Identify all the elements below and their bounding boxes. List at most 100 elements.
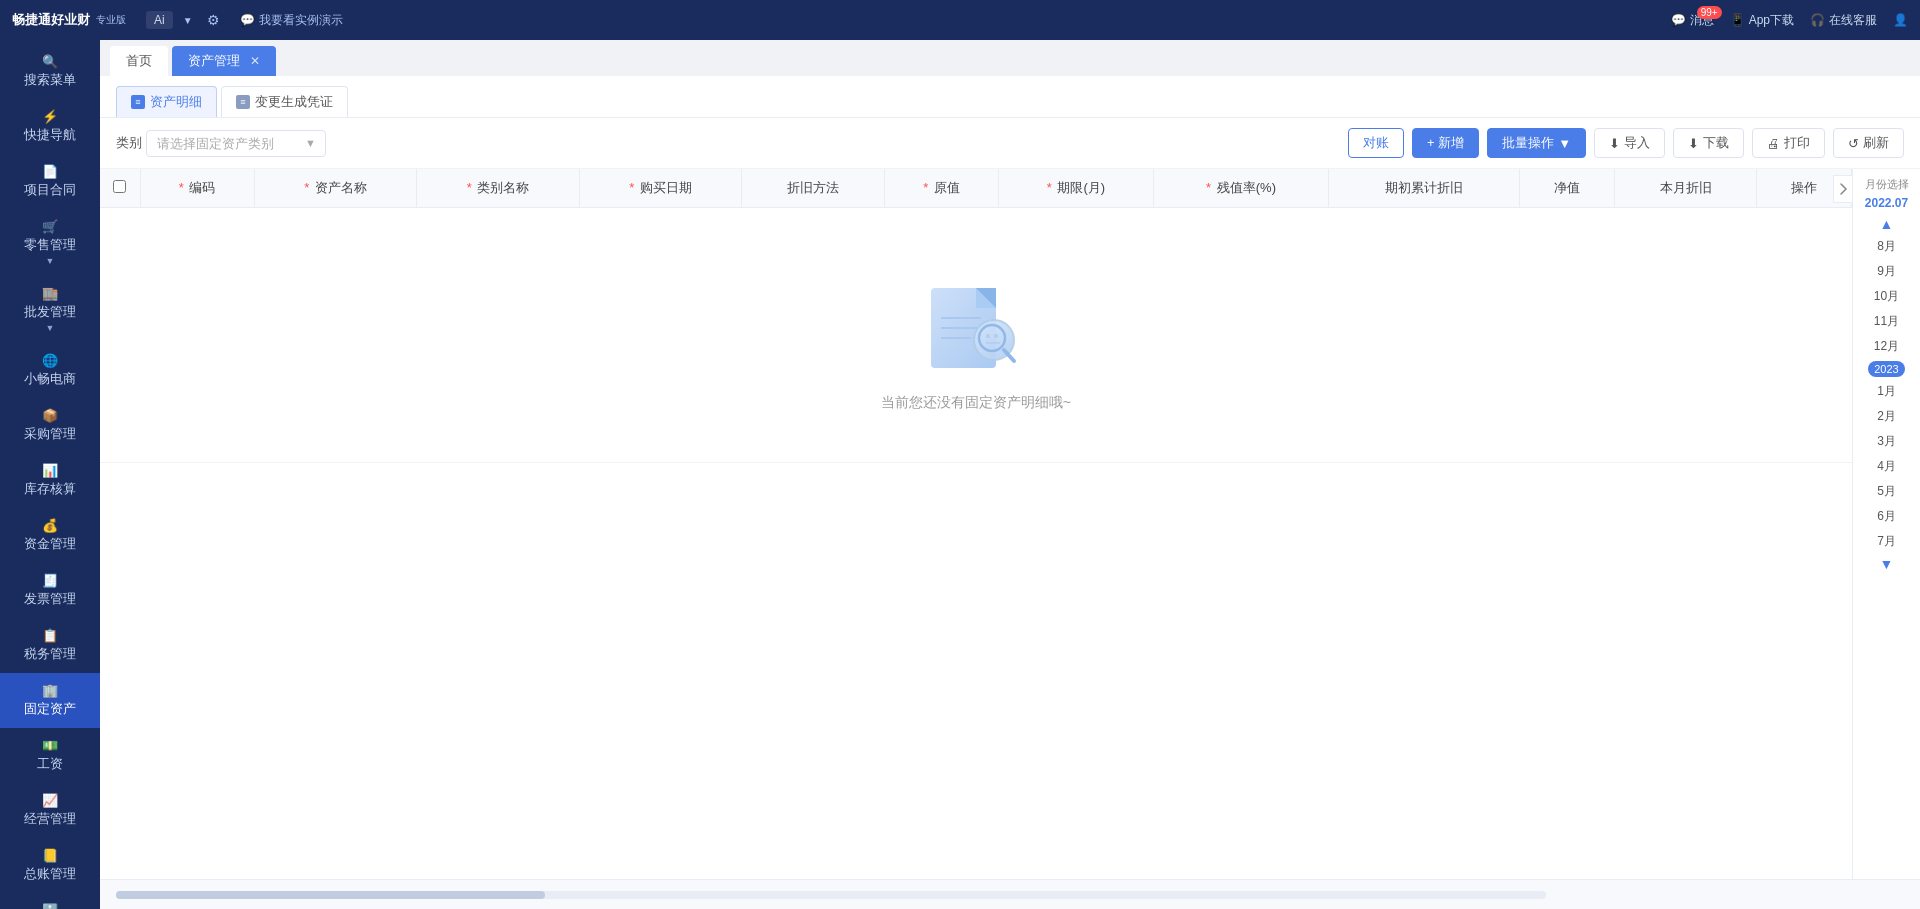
month-panel-up-button[interactable]: ▲ (1880, 216, 1894, 232)
month-item-7[interactable]: 7月 (1853, 529, 1920, 554)
message-button[interactable]: 💬 消息 99+ (1671, 12, 1714, 29)
chevron-down-icon: ▼ (46, 256, 55, 266)
category-label: 类别 (116, 134, 142, 152)
page-content: ≡ 资产明细 ≡ 变更生成凭证 类别 请选择固定资产类别 ▼ (100, 76, 1920, 909)
purchase-icon: 📦 (42, 408, 58, 423)
month-item-1[interactable]: 1月 (1853, 379, 1920, 404)
sidebar-item-fund[interactable]: 💰 资金管理 (0, 508, 100, 563)
ecommerce-icon: 🌐 (42, 353, 58, 368)
horizontal-scrollbar[interactable] (116, 891, 1546, 899)
month-item-8[interactable]: 8月 (1853, 234, 1920, 259)
operation-icon: 📈 (42, 793, 58, 808)
voucher-icon: ≡ (236, 95, 250, 109)
headset-icon: 🎧 (1810, 13, 1825, 27)
refresh-icon: ↺ (1848, 136, 1859, 151)
col-period-months: * 期限(月) (999, 169, 1153, 208)
tax-icon: 📋 (42, 628, 58, 643)
search-icon: 🔍 (42, 54, 58, 69)
top-bar-right: 💬 消息 99+ 📱 App下载 🎧 在线客服 👤 (1671, 12, 1908, 29)
sidebar-item-label: 项目合同 (24, 181, 76, 199)
empty-state-row: 当前您还没有固定资产明细哦~ (100, 208, 1852, 463)
col-asset-name: * 资产名称 (254, 169, 416, 208)
tab-bar: 首页 资产管理 ✕ (100, 40, 1920, 76)
scrollbar-thumb[interactable] (116, 891, 545, 899)
user-avatar[interactable]: 👤 (1893, 13, 1908, 27)
month-panel: 月份选择 2022.07 ▲ 8月 9月 10月 11月 12月 2023 1月… (1852, 169, 1920, 879)
demo-link[interactable]: 💬 我要看实例演示 (240, 12, 343, 29)
month-item-9[interactable]: 9月 (1853, 259, 1920, 284)
wholesale-icon: 🏬 (42, 286, 58, 301)
sidebar-item-operation[interactable]: 📈 经营管理 (0, 783, 100, 838)
sub-tab-asset-detail[interactable]: ≡ 资产明细 (116, 86, 217, 117)
sub-tab-change-voucher[interactable]: ≡ 变更生成凭证 (221, 86, 348, 117)
sidebar-item-ledger[interactable]: 📒 总账管理 (0, 838, 100, 893)
demo-icon: 💬 (240, 13, 255, 27)
month-item-6[interactable]: 6月 (1853, 504, 1920, 529)
contract-icon: 📄 (42, 164, 58, 179)
sidebar-item-purchase[interactable]: 📦 采购管理 (0, 398, 100, 453)
month-panel-toggle[interactable] (1833, 175, 1852, 203)
sidebar-item-label: 固定资产 (24, 700, 76, 718)
empty-illustration (916, 278, 1036, 378)
ledger-icon: 📒 (42, 848, 58, 863)
month-item-4[interactable]: 4月 (1853, 454, 1920, 479)
sidebar-item-quick-nav[interactable]: ⚡ 快捷导航 (0, 99, 100, 154)
tab-close-icon[interactable]: ✕ (250, 54, 260, 68)
month-item-11[interactable]: 11月 (1853, 309, 1920, 334)
batch-button[interactable]: 批量操作 ▼ (1487, 128, 1586, 158)
company-selector[interactable]: Ai (146, 11, 173, 29)
user-icon: 👤 (1893, 13, 1908, 27)
sidebar-item-search[interactable]: 🔍 搜索菜单 (0, 44, 100, 99)
sidebar-item-fixed-assets[interactable]: 🏢 固定资产 (0, 673, 100, 728)
sidebar-item-label: 批发管理 (24, 303, 76, 321)
asset-table: * 编码 * 资产名称 * 类别名称 (100, 169, 1852, 463)
sidebar-item-ecommerce[interactable]: 🌐 小畅电商 (0, 343, 100, 398)
tab-home[interactable]: 首页 (110, 46, 168, 76)
month-item-2[interactable]: 2月 (1853, 404, 1920, 429)
import-icon: ⬇ (1609, 136, 1620, 151)
online-service-button[interactable]: 🎧 在线客服 (1810, 12, 1877, 29)
print-button[interactable]: 🖨 打印 (1752, 128, 1825, 158)
settings-icon[interactable]: ⚙ (207, 12, 220, 28)
chevron-down-icon: ▼ (46, 323, 55, 333)
month-item-5[interactable]: 5月 (1853, 479, 1920, 504)
month-item-3[interactable]: 3月 (1853, 429, 1920, 454)
add-button[interactable]: + 新增 (1412, 128, 1479, 158)
month-panel-title: 月份选择 (1865, 177, 1909, 192)
month-panel-down-button[interactable]: ▼ (1880, 556, 1894, 572)
app-download-button[interactable]: 📱 App下载 (1730, 12, 1794, 29)
sidebar-item-base-info[interactable]: ℹ️ 基础信息 (0, 893, 100, 909)
asset-detail-icon: ≡ (131, 95, 145, 109)
sidebar-item-tax[interactable]: 📋 税务管理 (0, 618, 100, 673)
sidebar-item-salary[interactable]: 💵 工资 (0, 728, 100, 783)
sidebar-item-invoice[interactable]: 🧾 发票管理 (0, 563, 100, 618)
match-button[interactable]: 对账 (1348, 128, 1404, 158)
sidebar-item-wholesale[interactable]: 🏬 批发管理 ▼ (0, 276, 100, 343)
month-panel-current-year[interactable]: 2022.07 (1865, 196, 1908, 210)
base-info-icon: ℹ️ (42, 903, 58, 909)
sidebar-item-label: 快捷导航 (24, 126, 76, 144)
sidebar-item-label: 经营管理 (24, 810, 76, 828)
retail-icon: 🛒 (42, 219, 58, 234)
category-select[interactable]: 请选择固定资产类别 (146, 130, 326, 157)
sidebar-item-inventory[interactable]: 📊 库存核算 (0, 453, 100, 508)
refresh-button[interactable]: ↺ 刷新 (1833, 128, 1904, 158)
sidebar-item-label: 搜索菜单 (24, 71, 76, 89)
download-button[interactable]: ⬇ 下载 (1673, 128, 1744, 158)
col-original-value: * 原值 (884, 169, 998, 208)
fund-icon: 💰 (42, 518, 58, 533)
month-item-10[interactable]: 10月 (1853, 284, 1920, 309)
month-item-12[interactable]: 12月 (1853, 334, 1920, 359)
company-dropdown-arrow[interactable]: ▼ (183, 15, 193, 26)
svg-point-10 (994, 334, 998, 338)
sidebar-item-retail[interactable]: 🛒 零售管理 ▼ (0, 209, 100, 276)
tab-asset-management[interactable]: 资产管理 ✕ (172, 46, 276, 76)
import-button[interactable]: ⬇ 导入 (1594, 128, 1665, 158)
col-residual-rate: * 残值率(%) (1153, 169, 1329, 208)
table-wrapper: * 编码 * 资产名称 * 类别名称 (100, 169, 1852, 879)
sidebar-item-label: 工资 (37, 755, 63, 773)
sidebar-item-project-contract[interactable]: 📄 项目合同 (0, 154, 100, 209)
select-all-checkbox[interactable] (113, 180, 126, 193)
empty-text: 当前您还没有固定资产明细哦~ (881, 394, 1071, 412)
phone-icon: 📱 (1730, 13, 1745, 27)
